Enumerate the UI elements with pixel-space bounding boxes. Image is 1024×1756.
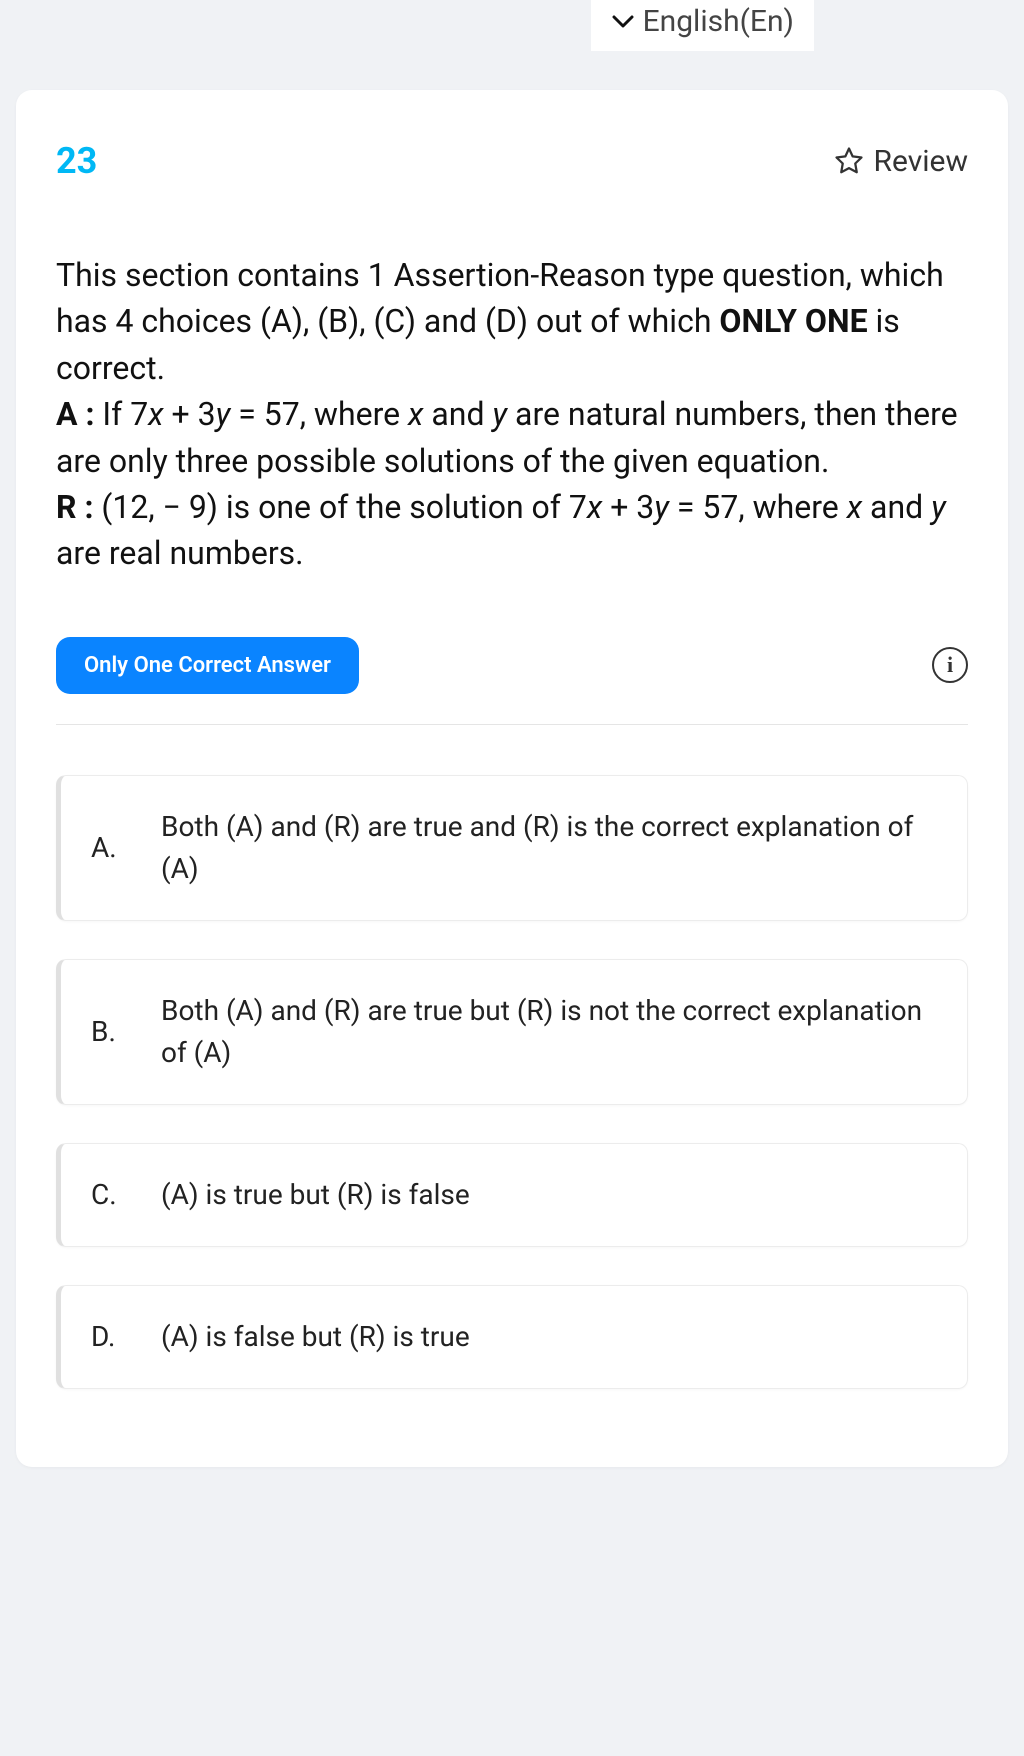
var-y: y (654, 488, 669, 526)
question-card: 23 Review This section contains 1 Assert… (16, 90, 1008, 1467)
option-c[interactable]: C. (A) is true but (R) is false (56, 1143, 968, 1247)
option-b[interactable]: B. Both (A) and (R) are true but (R) is … (56, 959, 968, 1105)
var-x: x (408, 395, 423, 433)
reason-text: = 57, where (669, 488, 847, 526)
language-selector[interactable]: English(En) (591, 0, 814, 51)
assertion-text: + 3 (164, 395, 216, 433)
badge-row: Only One Correct Answer i (56, 637, 968, 725)
card-header: 23 Review (56, 140, 968, 182)
intro-bold: ONLY ONE (719, 302, 867, 340)
reason-label: R : (56, 488, 101, 526)
assertion-text: If 7 (102, 395, 148, 433)
option-letter: A. (91, 831, 131, 864)
star-icon (834, 146, 864, 176)
var-y: y (216, 395, 231, 433)
reason-text: + 3 (602, 488, 654, 526)
var-x: x (587, 488, 602, 526)
assertion-text: = 57, where (230, 395, 408, 433)
option-d[interactable]: D. (A) is false but (R) is true (56, 1285, 968, 1389)
option-text: (A) is false but (R) is true (161, 1316, 470, 1358)
option-letter: B. (91, 1015, 131, 1048)
var-y: y (931, 488, 946, 526)
info-icon[interactable]: i (932, 647, 968, 683)
reason-text: and (862, 488, 931, 526)
review-label: Review (874, 144, 968, 179)
assertion-label: A : (56, 395, 102, 433)
option-letter: C. (91, 1178, 131, 1211)
option-text: Both (A) and (R) are true but (R) is not… (161, 990, 937, 1074)
option-a[interactable]: A. Both (A) and (R) are true and (R) is … (56, 775, 968, 921)
reason-text: are real numbers. (56, 534, 304, 572)
option-text: Both (A) and (R) are true and (R) is the… (161, 806, 937, 890)
option-letter: D. (91, 1320, 131, 1353)
question-text: This section contains 1 Assertion-Reason… (56, 252, 968, 577)
question-number: 23 (56, 140, 97, 182)
var-y: y (492, 395, 507, 433)
option-text: (A) is true but (R) is false (161, 1174, 470, 1216)
var-x: x (148, 395, 163, 433)
assertion-text: and (423, 395, 492, 433)
language-label: English(En) (643, 4, 794, 39)
var-x: x (847, 488, 862, 526)
review-button[interactable]: Review (834, 144, 968, 179)
reason-text: (12, − 9) is one of the solution of 7 (101, 488, 586, 526)
answer-type-badge: Only One Correct Answer (56, 637, 359, 694)
chevron-down-icon (611, 10, 635, 34)
